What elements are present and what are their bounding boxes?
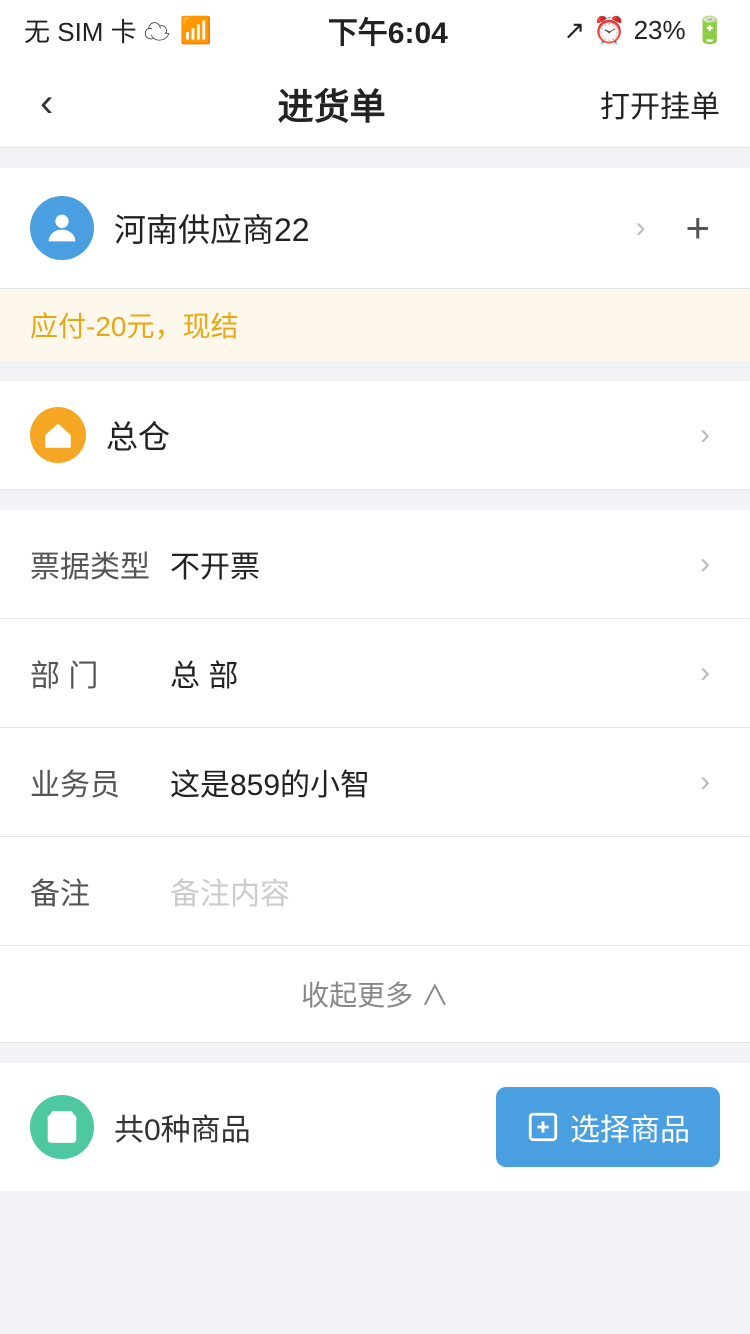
form-card: 票据类型 不开票 › 部 门 总 部 › 业务员 这是859的小智 › 备注 备…	[0, 510, 750, 1043]
page-title: 进货单	[278, 78, 386, 130]
supplier-name: 河南供应商22	[114, 205, 635, 251]
chevron-right-icon: ›	[700, 547, 710, 581]
notice-bar: 应付-20元，现结	[0, 289, 750, 361]
status-right: ↗ ⏰ 23% 🔋	[563, 15, 726, 46]
warehouse-name: 总仓	[106, 412, 700, 458]
remark-input[interactable]: 备注内容	[170, 869, 720, 913]
status-time: 下午6:04	[328, 8, 448, 52]
salesperson-row[interactable]: 业务员 这是859的小智 ›	[0, 728, 750, 837]
status-bar: 无 SIM 卡 ☁ 📶 下午6:04 ↗ ⏰ 23% 🔋	[0, 0, 750, 60]
products-bar: 共0种商品 选择商品	[0, 1063, 750, 1191]
warehouse-icon	[30, 407, 86, 463]
warehouse-card: 总仓 ›	[0, 381, 750, 490]
avatar	[30, 196, 94, 260]
location-icon: ↗	[563, 15, 585, 46]
salesperson-label: 业务员	[30, 760, 170, 804]
home-icon	[41, 418, 75, 452]
wifi-icon: 📶	[180, 15, 212, 46]
products-left: 共0种商品	[30, 1095, 251, 1159]
supplier-card: 河南供应商22 › + 应付-20元，现结	[0, 168, 750, 361]
warehouse-row[interactable]: 总仓 ›	[0, 381, 750, 490]
invoice-type-value: 不开票	[170, 542, 700, 586]
remark-row[interactable]: 备注 备注内容	[0, 837, 750, 946]
department-label: 部 门	[30, 651, 170, 695]
collapse-toggle[interactable]: 收起更多 ∧	[0, 946, 750, 1043]
supplier-row[interactable]: 河南供应商22 › +	[0, 168, 750, 289]
status-left: 无 SIM 卡 ☁ 📶	[24, 12, 212, 49]
section-gap-3	[0, 490, 750, 510]
back-button[interactable]: ‹	[30, 71, 63, 136]
section-gap-2	[0, 361, 750, 381]
department-row[interactable]: 部 门 总 部 ›	[0, 619, 750, 728]
remark-label: 备注	[30, 869, 170, 913]
product-icon	[30, 1095, 94, 1159]
sim-label: 无 SIM 卡 ☁	[24, 12, 170, 49]
user-icon	[42, 208, 82, 248]
chevron-right-icon: ›	[700, 656, 710, 690]
select-product-label: 选择商品	[570, 1105, 690, 1149]
select-product-button[interactable]: 选择商品	[496, 1087, 720, 1167]
add-button[interactable]: +	[675, 204, 720, 252]
invoice-type-label: 票据类型	[30, 542, 170, 586]
cart-icon	[43, 1108, 81, 1146]
nav-bar: ‹ 进货单 打开挂单	[0, 60, 750, 148]
salesperson-value: 这是859的小智	[170, 760, 700, 804]
battery-label: 23%	[634, 15, 686, 46]
chevron-right-icon: ›	[700, 765, 710, 799]
invoice-type-row[interactable]: 票据类型 不开票 ›	[0, 510, 750, 619]
section-gap-1	[0, 148, 750, 168]
alarm-icon: ⏰	[593, 15, 625, 46]
chevron-right-icon: ›	[700, 418, 710, 452]
battery-icon: 🔋	[694, 15, 726, 46]
product-count: 共0种商品	[114, 1105, 251, 1149]
department-value: 总 部	[170, 651, 700, 695]
open-pending-button[interactable]: 打开挂单	[600, 82, 720, 126]
chevron-right-icon: ›	[635, 211, 645, 245]
select-product-icon	[526, 1110, 560, 1144]
